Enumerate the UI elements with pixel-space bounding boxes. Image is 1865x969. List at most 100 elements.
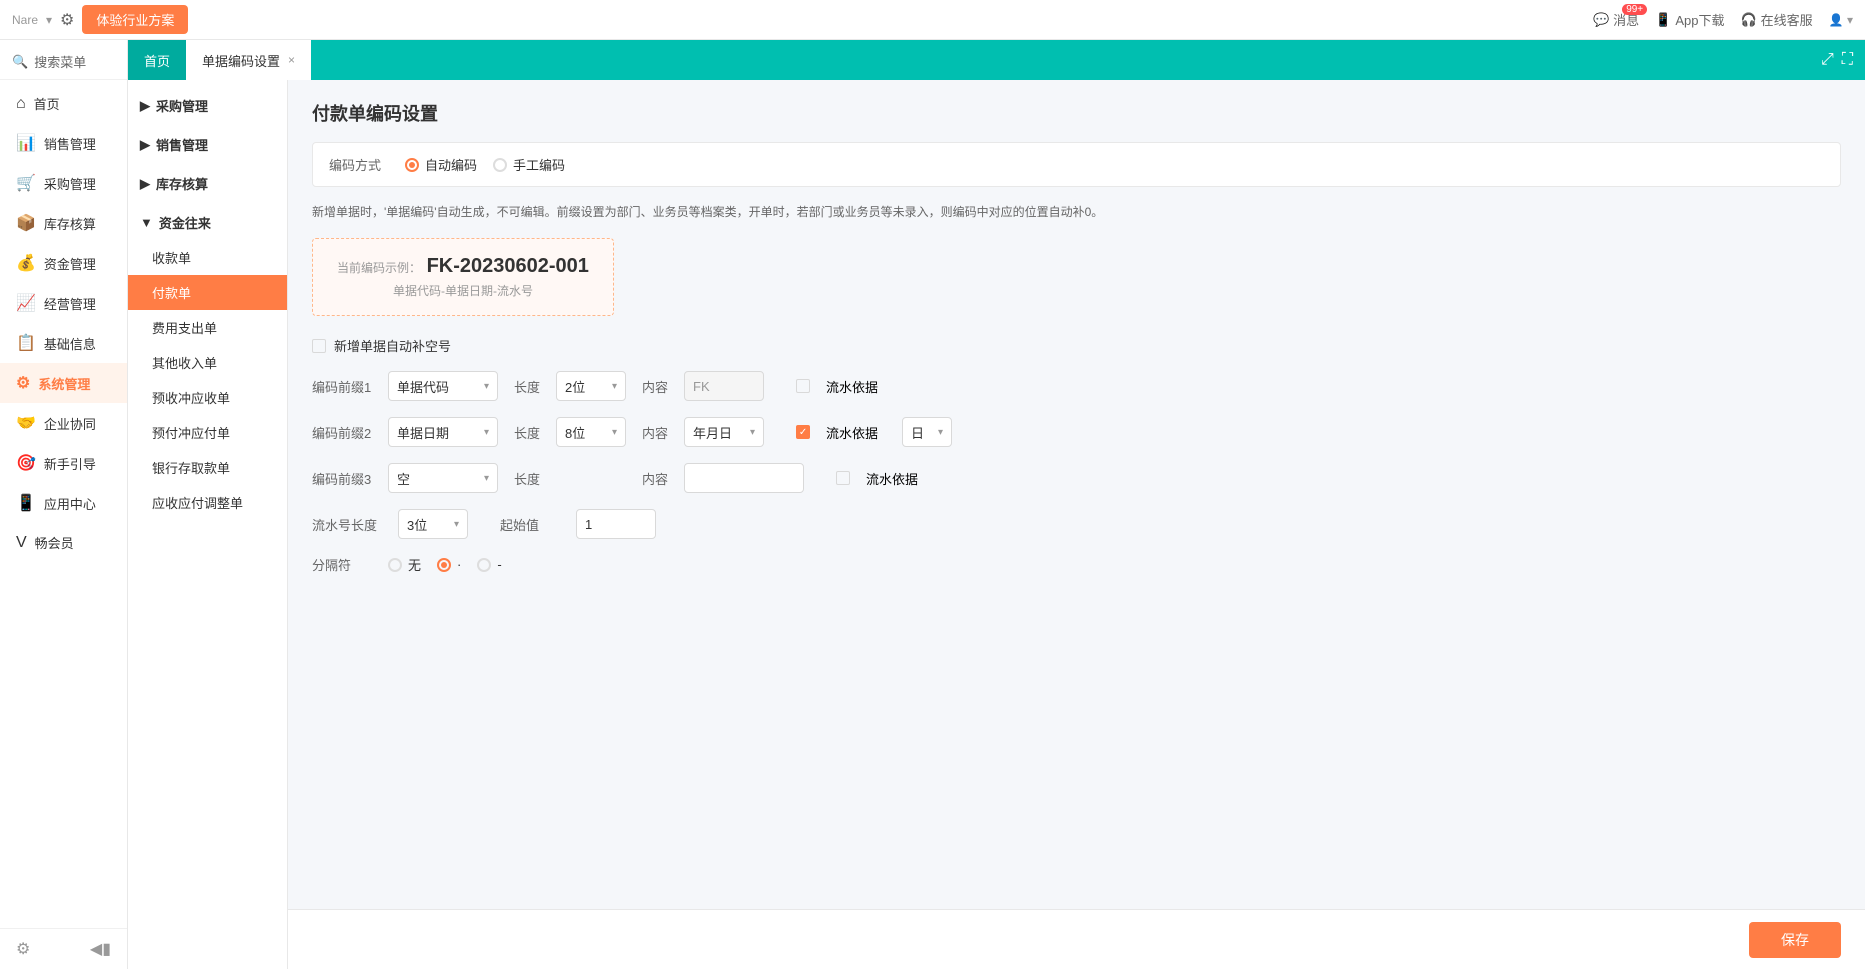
preview-box: 当前编码示例： FK-20230602-001 单据代码-单据日期-流水号 bbox=[312, 238, 614, 316]
sidebar-item-enterprise[interactable]: 🤝 企业协同 bbox=[0, 403, 127, 443]
flow-depends2-label: 流水依据 bbox=[826, 423, 878, 442]
radio-manual-encoding[interactable]: 手工编码 bbox=[493, 155, 565, 174]
length3-label: 长度 bbox=[514, 469, 540, 488]
sub-sidebar-item-payment[interactable]: 付款单 bbox=[128, 275, 287, 310]
start-value-input[interactable] bbox=[576, 509, 656, 539]
sidebar-item-guide[interactable]: 🎯 新手引导 bbox=[0, 443, 127, 483]
sidebar-item-label: 经营管理 bbox=[44, 294, 96, 313]
message-button[interactable]: 💬 消息 99+ bbox=[1593, 10, 1639, 29]
sub-sidebar-item-label: 付款单 bbox=[152, 286, 191, 301]
tab-encoding-settings[interactable]: 单据编码设置 × bbox=[186, 40, 311, 80]
sidebar-item-label: 新手引导 bbox=[44, 454, 96, 473]
prefix2-row: 编码前缀2 单据日期 ▾ 长度 8位 ▾ 内容 bbox=[312, 417, 1841, 447]
below-tab-area: ▶ 采购管理 ▶ 销售管理 ▶ 库存核算 bbox=[128, 80, 1865, 969]
flow-depends2-checkbox[interactable]: ✓ bbox=[796, 425, 810, 439]
prefix3-row: 编码前缀3 空 ▾ 长度 ▾ 内容 bbox=[312, 463, 1841, 493]
length1-select[interactable]: 2位 ▾ bbox=[556, 371, 626, 401]
trial-button[interactable]: 体验行业方案 bbox=[82, 5, 188, 34]
sidebar-item-system[interactable]: ⚙ 系统管理 bbox=[0, 363, 127, 403]
length1-value: 2位 bbox=[565, 377, 585, 396]
separator-none-label: 无 bbox=[408, 555, 421, 574]
sub-sidebar-group-label: 库存核算 bbox=[156, 174, 208, 193]
sub-sidebar-group-inventory: ▶ 库存核算 bbox=[128, 166, 287, 201]
sidebar-search[interactable]: 🔍 搜索菜单 bbox=[0, 40, 127, 80]
app-center-icon: 📱 bbox=[16, 493, 36, 513]
flow-number-select[interactable]: 3位 ▾ bbox=[398, 509, 468, 539]
flow-depends1-checkbox[interactable] bbox=[796, 379, 810, 393]
sub-sidebar-item-receipt[interactable]: 收款单 bbox=[128, 240, 287, 275]
separator-dot-radio[interactable] bbox=[437, 558, 451, 572]
tab-home-label: 首页 bbox=[144, 51, 170, 70]
sidebar-item-basic-info[interactable]: 📋 基础信息 bbox=[0, 323, 127, 363]
expand-icon[interactable]: ⤢ bbox=[1821, 51, 1834, 69]
tab-close-icon[interactable]: × bbox=[288, 53, 295, 67]
sub-sidebar-item-other-income[interactable]: 其他收入单 bbox=[128, 345, 287, 380]
sub-sidebar-purchase-title[interactable]: ▶ 采购管理 bbox=[128, 88, 287, 123]
sidebar-item-vip[interactable]: V 畅会员 bbox=[0, 523, 127, 562]
sub-sidebar-item-bank[interactable]: 银行存取款单 bbox=[128, 450, 287, 485]
sidebar-bottom: ⚙ ◀▮ bbox=[0, 928, 127, 969]
sidebar-item-business[interactable]: 📈 经营管理 bbox=[0, 283, 127, 323]
tab-home[interactable]: 首页 bbox=[128, 40, 186, 80]
length2-select[interactable]: 8位 ▾ bbox=[556, 417, 626, 447]
chevron-down-icon: ▼ bbox=[140, 215, 153, 230]
sub-sidebar-item-expense[interactable]: 费用支出单 bbox=[128, 310, 287, 345]
radio-manual-dot[interactable] bbox=[493, 158, 507, 172]
flow-depends3-checkbox[interactable] bbox=[836, 471, 850, 485]
app-download-label: App下载 bbox=[1675, 10, 1724, 29]
sub-sidebar-group-label: 采购管理 bbox=[156, 96, 208, 115]
sidebar-item-finance[interactable]: 💰 资金管理 bbox=[0, 243, 127, 283]
sidebar-item-inventory[interactable]: 📦 库存核算 bbox=[0, 203, 127, 243]
save-button[interactable]: 保存 bbox=[1749, 922, 1841, 958]
sidebar-item-label: 库存核算 bbox=[44, 214, 96, 233]
separator-dot-option[interactable]: · bbox=[437, 557, 461, 572]
sub-sidebar-item-advance-offset[interactable]: 预付冲应付单 bbox=[128, 415, 287, 450]
day-select[interactable]: 日 ▾ bbox=[902, 417, 952, 447]
separator-dash-option[interactable]: - bbox=[477, 557, 501, 572]
online-service-label: 在线客服 bbox=[1761, 10, 1813, 29]
radio-auto-encoding[interactable]: 自动编码 bbox=[405, 155, 477, 174]
content1-input: FK bbox=[684, 371, 764, 401]
user-avatar[interactable]: 👤 ▾ bbox=[1829, 13, 1853, 27]
sub-sidebar-inventory-title[interactable]: ▶ 库存核算 bbox=[128, 166, 287, 201]
flow-number-value: 3位 bbox=[407, 515, 427, 534]
prefix1-select[interactable]: 单据代码 ▾ bbox=[388, 371, 498, 401]
flow-depends1-label: 流水依据 bbox=[826, 377, 878, 396]
prefix2-arrow-icon: ▾ bbox=[484, 427, 489, 438]
content2-arrow-icon: ▾ bbox=[750, 427, 755, 438]
prefix2-select[interactable]: 单据日期 ▾ bbox=[388, 417, 498, 447]
radio-auto-dot[interactable] bbox=[405, 158, 419, 172]
tab-active-label: 单据编码设置 bbox=[202, 51, 280, 70]
new-form-fill-checkbox[interactable] bbox=[312, 339, 326, 353]
separator-dash-radio[interactable] bbox=[477, 558, 491, 572]
sub-sidebar-item-adjustment[interactable]: 应收应付调整单 bbox=[128, 485, 287, 520]
content3-input bbox=[684, 463, 804, 493]
app-download-button[interactable]: 📱 App下载 bbox=[1655, 10, 1724, 29]
radio-auto-label: 自动编码 bbox=[425, 155, 477, 174]
sidebar-item-sales[interactable]: 📊 销售管理 bbox=[0, 123, 127, 163]
online-service-button[interactable]: 🎧 在线客服 bbox=[1740, 10, 1812, 29]
new-form-fill-label: 新增单据自动补空号 bbox=[334, 336, 451, 355]
sub-sidebar-item-prepay-offset[interactable]: 预收冲应收单 bbox=[128, 380, 287, 415]
sub-sidebar-sales-title[interactable]: ▶ 销售管理 bbox=[128, 127, 287, 162]
separator-none-radio[interactable] bbox=[388, 558, 402, 572]
search-icon: 🔍 bbox=[12, 54, 28, 70]
settings-bottom-icon[interactable]: ⚙ bbox=[16, 939, 30, 959]
sub-sidebar-fund-title[interactable]: ▼ 资金往来 bbox=[128, 205, 287, 240]
collapse-icon[interactable]: ◀▮ bbox=[90, 939, 111, 959]
sub-sidebar-group-label: 销售管理 bbox=[156, 135, 208, 154]
settings-icon[interactable]: ⚙ bbox=[60, 10, 74, 30]
app-icon: 📱 bbox=[1655, 12, 1671, 28]
prefix3-select[interactable]: 空 ▾ bbox=[388, 463, 498, 493]
sidebar-item-purchase[interactable]: 🛒 采购管理 bbox=[0, 163, 127, 203]
guide-icon: 🎯 bbox=[16, 453, 36, 473]
length2-value: 8位 bbox=[565, 423, 585, 442]
content2-select[interactable]: 年月日 ▾ bbox=[684, 417, 764, 447]
dropdown-arrow-icon[interactable]: ▾ bbox=[46, 13, 52, 27]
sidebar-item-app-center[interactable]: 📱 应用中心 bbox=[0, 483, 127, 523]
sidebar-item-home[interactable]: ⌂ 首页 bbox=[0, 84, 127, 123]
page-title: 付款单编码设置 bbox=[312, 100, 1841, 126]
sidebar: 🔍 搜索菜单 ⌂ 首页 📊 销售管理 🛒 采购管理 📦 库存核算 💰 资 bbox=[0, 40, 128, 969]
maximize-icon[interactable]: ⛶ bbox=[1842, 51, 1853, 69]
separator-none-option[interactable]: 无 bbox=[388, 555, 421, 574]
